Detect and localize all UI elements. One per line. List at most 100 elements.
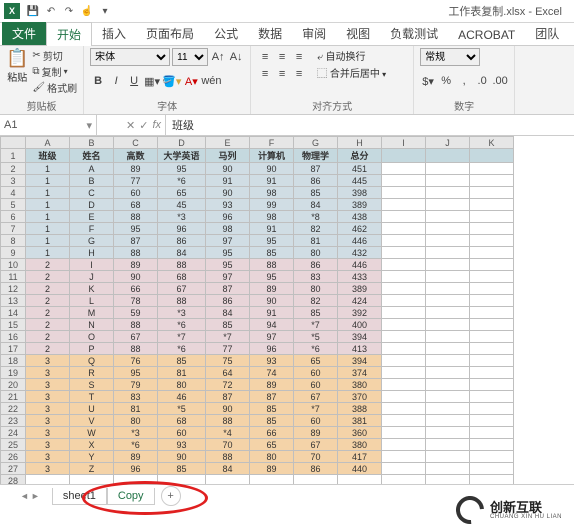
cell[interactable]: 88: [158, 259, 206, 271]
row-header[interactable]: 27: [1, 463, 26, 475]
cell[interactable]: 90: [206, 403, 250, 415]
cell[interactable]: [470, 307, 514, 319]
cell[interactable]: [470, 283, 514, 295]
cell[interactable]: [426, 391, 470, 403]
cell[interactable]: 83: [294, 271, 338, 283]
cell[interactable]: [426, 319, 470, 331]
cell[interactable]: 445: [338, 175, 382, 187]
cell[interactable]: 3: [26, 403, 70, 415]
cell[interactable]: 90: [206, 187, 250, 199]
cell[interactable]: [470, 187, 514, 199]
font-name-select[interactable]: 宋体: [90, 48, 170, 66]
row-header[interactable]: 16: [1, 331, 26, 343]
cell[interactable]: [382, 149, 426, 163]
cell[interactable]: [382, 355, 426, 367]
cell[interactable]: 83: [114, 391, 158, 403]
cell[interactable]: 87: [294, 163, 338, 175]
cell[interactable]: [470, 211, 514, 223]
col-header[interactable]: I: [382, 137, 426, 149]
cell[interactable]: [426, 271, 470, 283]
cell[interactable]: 360: [338, 427, 382, 439]
cell[interactable]: 82: [294, 295, 338, 307]
cell[interactable]: 86: [294, 463, 338, 475]
cell[interactable]: 89: [114, 163, 158, 175]
cell[interactable]: 72: [206, 379, 250, 391]
paste-button[interactable]: 粘贴: [7, 69, 27, 84]
cell[interactable]: 2: [26, 295, 70, 307]
cell[interactable]: [426, 295, 470, 307]
cell[interactable]: [426, 343, 470, 355]
cell[interactable]: 446: [338, 235, 382, 247]
cell[interactable]: 91: [250, 307, 294, 319]
cell[interactable]: *7: [294, 403, 338, 415]
row-header[interactable]: 15: [1, 319, 26, 331]
col-header[interactable]: B: [70, 137, 114, 149]
cell[interactable]: 1: [26, 187, 70, 199]
cell[interactable]: 95: [250, 235, 294, 247]
cell[interactable]: [382, 475, 426, 485]
row-header[interactable]: 3: [1, 175, 26, 187]
cell[interactable]: [382, 379, 426, 391]
cell[interactable]: 85: [158, 463, 206, 475]
cell[interactable]: 96: [206, 211, 250, 223]
cell[interactable]: [382, 391, 426, 403]
cell[interactable]: [470, 163, 514, 175]
cell[interactable]: N: [70, 319, 114, 331]
col-header[interactable]: D: [158, 137, 206, 149]
cell[interactable]: 388: [338, 403, 382, 415]
cell[interactable]: 84: [294, 199, 338, 211]
cell[interactable]: 总分: [338, 149, 382, 163]
cell[interactable]: 3: [26, 355, 70, 367]
cell[interactable]: [470, 463, 514, 475]
cell[interactable]: 94: [250, 319, 294, 331]
cell[interactable]: 2: [26, 259, 70, 271]
paste-icon[interactable]: 📋: [6, 48, 28, 69]
cell[interactable]: 381: [338, 415, 382, 427]
cell[interactable]: 87: [206, 391, 250, 403]
comma-icon[interactable]: ,: [456, 72, 472, 90]
cell[interactable]: 计算机: [250, 149, 294, 163]
row-header[interactable]: 8: [1, 235, 26, 247]
cell[interactable]: 95: [114, 223, 158, 235]
cell[interactable]: *7: [206, 331, 250, 343]
cell[interactable]: 80: [294, 247, 338, 259]
col-header[interactable]: J: [426, 137, 470, 149]
cell[interactable]: 88: [114, 247, 158, 259]
cell[interactable]: 88: [158, 295, 206, 307]
cell[interactable]: 81: [294, 235, 338, 247]
cell[interactable]: 66: [250, 427, 294, 439]
cell[interactable]: 88: [114, 319, 158, 331]
cell[interactable]: 76: [114, 355, 158, 367]
cell[interactable]: [470, 223, 514, 235]
merge-cells-icon[interactable]: ⬚: [317, 69, 327, 80]
cell[interactable]: *7: [294, 319, 338, 331]
row-header[interactable]: 26: [1, 451, 26, 463]
row-header[interactable]: 11: [1, 271, 26, 283]
cell[interactable]: K: [70, 283, 114, 295]
cell[interactable]: [382, 331, 426, 343]
tab-acrobat[interactable]: ACROBAT: [448, 25, 525, 45]
cell[interactable]: 97: [206, 271, 250, 283]
row-header[interactable]: 5: [1, 199, 26, 211]
shrink-font-icon[interactable]: A↓: [228, 48, 244, 66]
cell[interactable]: 3: [26, 463, 70, 475]
spreadsheet-grid[interactable]: ABCDEFGHIJK1班级姓名高数大学英语马列计算机物理学总分21A89959…: [0, 136, 514, 484]
cell[interactable]: 85: [294, 187, 338, 199]
cell[interactable]: *5: [158, 403, 206, 415]
cell[interactable]: 87: [206, 283, 250, 295]
wrap-text-icon[interactable]: ⤶: [317, 52, 323, 63]
cell[interactable]: 60: [294, 379, 338, 391]
cell[interactable]: 2: [26, 283, 70, 295]
cell[interactable]: R: [70, 367, 114, 379]
cell[interactable]: 77: [206, 343, 250, 355]
cell[interactable]: 高数: [114, 149, 158, 163]
cell[interactable]: 60: [294, 367, 338, 379]
copy-button[interactable]: 复制: [42, 64, 62, 79]
currency-icon[interactable]: $▾: [420, 72, 436, 90]
cell[interactable]: 65: [250, 439, 294, 451]
cell[interactable]: *6: [158, 175, 206, 187]
cell[interactable]: [470, 355, 514, 367]
cell[interactable]: 85: [250, 247, 294, 259]
cell[interactable]: 88: [250, 259, 294, 271]
cell[interactable]: *5: [294, 331, 338, 343]
